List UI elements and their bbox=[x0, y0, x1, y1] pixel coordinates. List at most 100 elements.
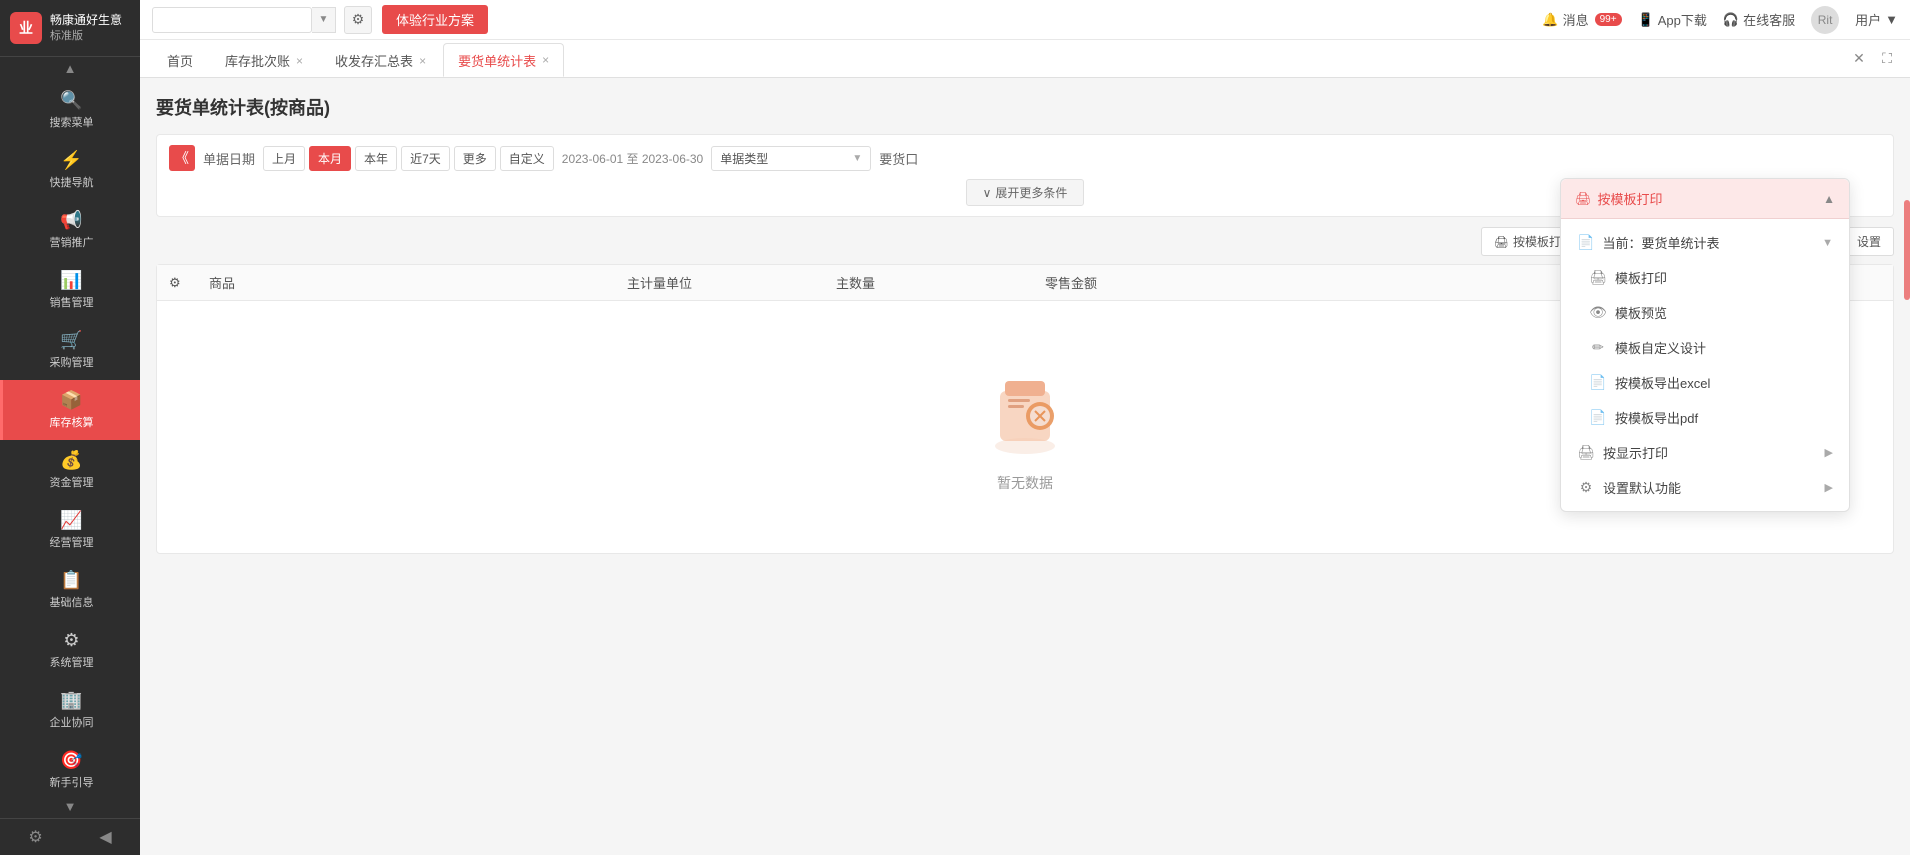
export-excel-label: 按模板导出excel bbox=[1615, 373, 1710, 392]
template-preview-icon: 👁 bbox=[1589, 304, 1607, 321]
sidebar-item-system[interactable]: ⚙ 系统管理 bbox=[0, 620, 140, 680]
topbar: ▼ ⚙ 体验行业方案 🔔 消息 99+ 📱 App下载 🎧 在线客服 Rit 用 bbox=[140, 0, 1910, 40]
tab-batch-account[interactable]: 库存批次账 × bbox=[210, 43, 318, 77]
set-default-icon: ⚙ bbox=[1577, 479, 1595, 496]
dropdown-header-left: 🖨 按模板打印 bbox=[1575, 189, 1663, 208]
tab-receipt-summary-close[interactable]: × bbox=[419, 54, 426, 68]
sidebar-item-marketing[interactable]: 📢 营销推广 bbox=[0, 200, 140, 260]
tab-order-stats-label: 要货单统计表 bbox=[458, 51, 536, 70]
tab-close-all-btn[interactable]: ✕ bbox=[1848, 48, 1870, 70]
sidebar-item-quick-nav[interactable]: ⚡ 快捷导航 bbox=[0, 140, 140, 200]
tab-batch-account-label: 库存批次账 bbox=[225, 51, 290, 70]
section-display-print-left: 🖨 按显示打印 bbox=[1577, 443, 1668, 462]
print-dropdown-overlay: 🖨 按模板打印 ▲ 📄 当前：要货单统计表 ▼ bbox=[1560, 178, 1850, 512]
sidebar-item-finance[interactable]: 💰 资金管理 bbox=[0, 440, 140, 500]
user-name-text: 用户 bbox=[1855, 10, 1881, 29]
app-logo-icon: 业 bbox=[10, 12, 42, 44]
tab-order-stats[interactable]: 要货单统计表 × bbox=[443, 43, 564, 77]
empty-text: 暂无数据 bbox=[997, 473, 1053, 493]
sidebar-item-sales[interactable]: 📊 销售管理 bbox=[0, 260, 140, 320]
topbar-dropdown-btn[interactable]: ▼ bbox=[312, 7, 336, 33]
sidebar-item-enterprise[interactable]: 🏢 企业协同 bbox=[0, 680, 140, 740]
tab-home[interactable]: 首页 bbox=[152, 43, 208, 77]
date-btn-this-year[interactable]: 本年 bbox=[355, 146, 397, 171]
display-print-arrow: ▶ bbox=[1825, 446, 1833, 459]
dropdown-section-display-print[interactable]: 🖨 按显示打印 ▶ bbox=[1561, 435, 1849, 470]
order-type-select[interactable]: 单据类型 ▼ bbox=[711, 146, 871, 171]
sidebar-collapse-btn[interactable]: ◀ bbox=[99, 827, 111, 847]
col-product-header: 商品 bbox=[209, 273, 627, 292]
sidebar-item-guide[interactable]: 🎯 新手引导 bbox=[0, 740, 140, 795]
date-range-display: 2023-06-01 至 2023-06-30 bbox=[562, 150, 703, 167]
settings-btn[interactable]: 设置 bbox=[1844, 227, 1894, 256]
expand-more-btn[interactable]: ∨ 展开更多条件 bbox=[966, 179, 1085, 206]
scrollbar-indicator[interactable] bbox=[1904, 200, 1910, 300]
sidebar-item-inventory[interactable]: 📦 库存核算 bbox=[0, 380, 140, 440]
sidebar-item-purchase[interactable]: 🛒 采购管理 bbox=[0, 320, 140, 380]
template-preview-label: 模板预览 bbox=[1615, 303, 1667, 322]
expand-more-label: 展开更多条件 bbox=[995, 184, 1067, 201]
date-btn-last-month[interactable]: 上月 bbox=[263, 146, 305, 171]
purchase-icon: 🛒 bbox=[60, 330, 82, 351]
search-icon: 🔍 bbox=[60, 90, 82, 111]
bell-icon: 🔔 bbox=[1542, 12, 1558, 28]
messages-btn[interactable]: 🔔 消息 99+ bbox=[1542, 10, 1621, 29]
tab-receipt-summary[interactable]: 收发存汇总表 × bbox=[320, 43, 441, 77]
topbar-search-input[interactable] bbox=[152, 7, 312, 33]
filter-date-group: 上月 本月 本年 近7天 更多 自定义 2023-06-01 至 2023-06… bbox=[263, 146, 703, 171]
user-avatar[interactable]: Rit bbox=[1811, 6, 1839, 34]
topbar-right: 🔔 消息 99+ 📱 App下载 🎧 在线客服 Rit 用户 ▼ bbox=[1542, 6, 1898, 34]
sidebar-scroll-down[interactable]: ▼ bbox=[0, 795, 140, 818]
sales-icon: 📊 bbox=[60, 270, 82, 291]
dropdown-current-item[interactable]: 📄 当前：要货单统计表 ▼ bbox=[1561, 225, 1849, 260]
display-print-label: 按显示打印 bbox=[1603, 443, 1668, 462]
topbar-trial-btn[interactable]: 体验行业方案 bbox=[382, 5, 488, 34]
user-name[interactable]: 用户 ▼ bbox=[1855, 10, 1898, 29]
dropdown-item-template-preview[interactable]: 👁 模板预览 bbox=[1561, 295, 1849, 330]
order-category-label: 要货口 bbox=[879, 149, 918, 168]
col-settings-header[interactable]: ⚙ bbox=[169, 275, 209, 291]
enterprise-icon: 🏢 bbox=[60, 690, 82, 711]
filter-expand-btn[interactable]: 《 bbox=[169, 145, 195, 171]
dropdown-item-template-custom[interactable]: ✏ 模板自定义设计 bbox=[1561, 330, 1849, 365]
sidebar-scroll-up[interactable]: ▲ bbox=[0, 57, 140, 80]
date-btn-more[interactable]: 更多 bbox=[454, 146, 496, 171]
tabs-bar: 首页 库存批次账 × 收发存汇总表 × 要货单统计表 × ✕ ⛶ bbox=[140, 40, 1910, 78]
sidebar-item-search[interactable]: 🔍 搜索菜单 bbox=[0, 80, 140, 140]
dropdown-collapse-btn[interactable]: ▲ bbox=[1823, 192, 1835, 206]
customer-service-btn[interactable]: 🎧 在线客服 bbox=[1723, 10, 1795, 29]
topbar-left: ▼ ⚙ 体验行业方案 bbox=[152, 5, 1542, 34]
messages-label: 消息 bbox=[1563, 10, 1589, 29]
sidebar-item-operations[interactable]: 📈 经营管理 bbox=[0, 500, 140, 560]
app-logo-text: 畅康通好生意 标准版 bbox=[50, 13, 122, 43]
date-filter-label: 单据日期 bbox=[203, 149, 255, 168]
dropdown-item-template-print[interactable]: 🖨 模板打印 bbox=[1561, 260, 1849, 295]
date-btn-last-7days[interactable]: 近7天 bbox=[401, 146, 450, 171]
empty-icon bbox=[975, 361, 1075, 461]
page-title: 要货单统计表(按商品) bbox=[156, 94, 1894, 120]
dropdown-item-export-pdf[interactable]: 📄 按模板导出pdf bbox=[1561, 400, 1849, 435]
tab-order-stats-close[interactable]: × bbox=[542, 53, 549, 67]
download-icon: 📱 bbox=[1638, 12, 1654, 28]
dropdown-item-export-excel[interactable]: 📄 按模板导出excel bbox=[1561, 365, 1849, 400]
date-btn-custom[interactable]: 自定义 bbox=[500, 146, 554, 171]
current-item-arrow: ▼ bbox=[1822, 237, 1833, 249]
sidebar: 业 畅康通好生意 标准版 ▲ 🔍 搜索菜单 ⚡ 快捷导航 📢 营销推广 📊 销售… bbox=[0, 0, 140, 855]
dropdown-print-icon: 🖨 bbox=[1575, 191, 1592, 207]
date-btn-this-month[interactable]: 本月 bbox=[309, 146, 351, 171]
app-download-btn[interactable]: 📱 App下载 bbox=[1638, 10, 1707, 29]
sidebar-settings-btn[interactable]: ⚙ bbox=[28, 827, 42, 847]
current-item-icon: 📄 bbox=[1577, 234, 1594, 251]
export-excel-icon: 📄 bbox=[1589, 374, 1607, 391]
topbar-settings-btn[interactable]: ⚙ bbox=[344, 6, 372, 34]
system-icon: ⚙ bbox=[63, 630, 79, 651]
sidebar-item-basic[interactable]: 📋 基础信息 bbox=[0, 560, 140, 620]
template-print-icon: 🖨 bbox=[1589, 269, 1607, 286]
tab-batch-account-close[interactable]: × bbox=[296, 54, 303, 68]
dropdown-section-set-default[interactable]: ⚙ 设置默认功能 ▶ bbox=[1561, 470, 1849, 505]
tab-maximize-btn[interactable]: ⛶ bbox=[1876, 48, 1898, 70]
marketing-icon: 📢 bbox=[60, 210, 82, 231]
app-name: 畅康通好生意 bbox=[50, 13, 122, 29]
service-icon: 🎧 bbox=[1723, 12, 1739, 28]
messages-badge: 99+ bbox=[1595, 13, 1622, 26]
